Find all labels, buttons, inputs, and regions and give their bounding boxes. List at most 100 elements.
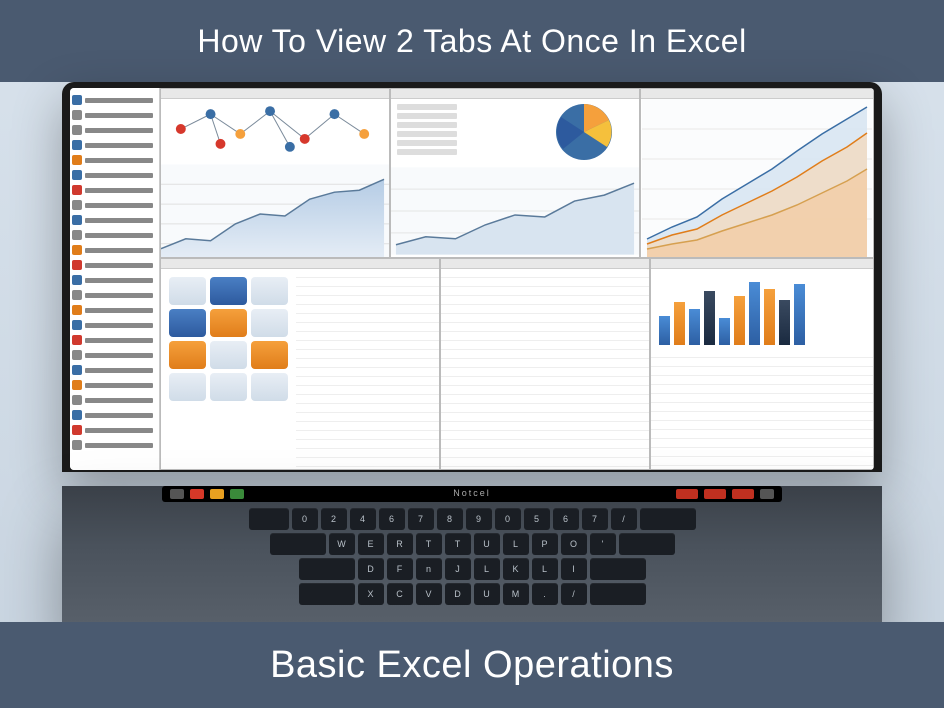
key: 2 (321, 508, 347, 530)
key (270, 533, 326, 555)
panel-spreadsheet (440, 258, 650, 470)
laptop-brand: Notcel (453, 488, 491, 498)
panel-bars (650, 258, 874, 470)
key: E (358, 533, 384, 555)
header-banner: How To View 2 Tabs At Once In Excel (0, 0, 944, 82)
folder-icon (72, 140, 82, 150)
key: T (416, 533, 442, 555)
tile (169, 277, 206, 305)
sidebar (70, 88, 160, 470)
key: 4 (350, 508, 376, 530)
folder-icon (72, 320, 82, 330)
folder-icon (72, 170, 82, 180)
panel-header (641, 89, 873, 99)
folder-icon (72, 200, 82, 210)
key: D (358, 558, 384, 580)
folder-icon (72, 275, 82, 285)
sidebar-item (72, 213, 157, 227)
page-title: How To View 2 Tabs At Once In Excel (197, 23, 746, 60)
folder-icon (72, 125, 82, 135)
folder-icon (72, 290, 82, 300)
sidebar-item (72, 108, 157, 122)
sidebar-label (85, 218, 153, 223)
sidebar-item (72, 243, 157, 257)
panel-header (161, 89, 389, 99)
folder-icon (72, 245, 82, 255)
sidebar-label (85, 188, 153, 193)
panel-header (441, 259, 649, 269)
sidebar-item (72, 393, 157, 407)
folder-icon (72, 425, 82, 435)
sidebar-item (72, 228, 157, 242)
key: n (416, 558, 442, 580)
screen-frame (62, 82, 882, 472)
folder-icon (72, 260, 82, 270)
key: V (416, 583, 442, 605)
key: L (532, 558, 558, 580)
pie-legend (397, 101, 457, 158)
folder-icon (72, 230, 82, 240)
footer-title: Basic Excel Operations (270, 644, 674, 687)
sidebar-item (72, 273, 157, 287)
key: F (387, 558, 413, 580)
folder-icon (72, 185, 82, 195)
sidebar-item (72, 348, 157, 362)
tile (210, 309, 247, 337)
bar-chart (651, 269, 873, 349)
key: L (474, 558, 500, 580)
sidebar-label (85, 143, 153, 148)
folder-icon (72, 305, 82, 315)
sidebar-item (72, 153, 157, 167)
sidebar-label (85, 203, 153, 208)
tile (210, 277, 247, 305)
mini-spreadsheet (651, 349, 873, 469)
folder-icon (72, 410, 82, 420)
tile (169, 309, 206, 337)
tile (169, 373, 206, 401)
sidebar-item (72, 198, 157, 212)
key: 5 (524, 508, 550, 530)
key: J (445, 558, 471, 580)
area-chart (161, 164, 389, 258)
bottom-panels (160, 258, 874, 470)
sidebar-item (72, 363, 157, 377)
pie-chart-icon (549, 97, 619, 167)
small-area (391, 167, 639, 255)
sidebar-item (72, 318, 157, 332)
key: O (561, 533, 587, 555)
sidebar-label (85, 263, 153, 268)
key: / (561, 583, 587, 605)
key (299, 558, 355, 580)
sidebar-label (85, 278, 153, 283)
sidebar-label (85, 233, 153, 238)
sidebar-item (72, 288, 157, 302)
panel-tiles (160, 258, 440, 470)
folder-icon (72, 95, 82, 105)
folder-icon (72, 335, 82, 345)
laptop-keyboard: Notcel 02467890567/ WERTTULPO' DFnJLKLI … (62, 486, 882, 636)
multi-line-chart (641, 99, 873, 257)
key: 8 (437, 508, 463, 530)
key: C (387, 583, 413, 605)
excel-screen (70, 88, 874, 470)
laptop-illustration: Notcel 02467890567/ WERTTULPO' DFnJLKLI … (62, 82, 882, 622)
keyboard-keys: 02467890567/ WERTTULPO' DFnJLKLI XCVDUM.… (152, 508, 792, 605)
sidebar-label (85, 293, 153, 298)
key: 0 (292, 508, 318, 530)
key: U (474, 533, 500, 555)
sidebar-item (72, 93, 157, 107)
tile (251, 373, 288, 401)
tiles-grid (161, 269, 296, 409)
sidebar-label (85, 173, 153, 178)
sidebar-label (85, 128, 153, 133)
key: / (611, 508, 637, 530)
key: 9 (466, 508, 492, 530)
key (590, 558, 646, 580)
key: X (358, 583, 384, 605)
sidebar-item (72, 123, 157, 137)
key: D (445, 583, 471, 605)
sidebar-label (85, 98, 153, 103)
key: M (503, 583, 529, 605)
content-area (160, 88, 874, 470)
key: R (387, 533, 413, 555)
